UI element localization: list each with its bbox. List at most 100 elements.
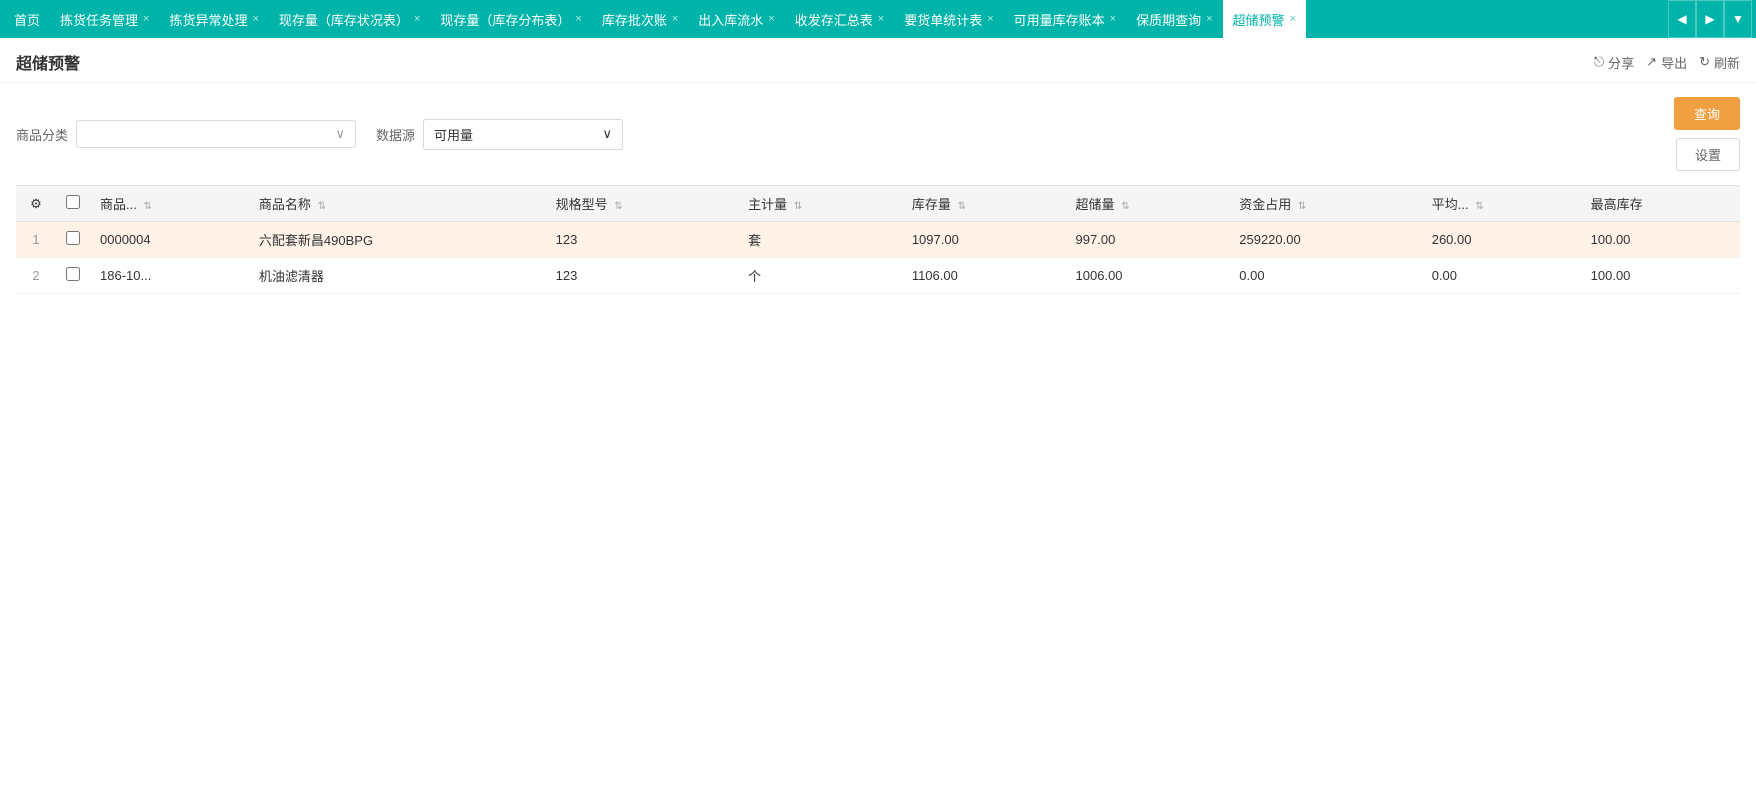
row-index: 2 bbox=[16, 258, 56, 294]
filter-row: 商品分类 ∨ 数据源 可用量 ∨ 查询 设置 bbox=[0, 83, 1756, 185]
page-header: 超储预警 ⎋ 分享 ↗ 导出 ↻ 刷新 bbox=[0, 38, 1756, 83]
settings-button[interactable]: 设置 bbox=[1676, 138, 1740, 171]
cell-overflow: 1006.00 bbox=[1066, 258, 1230, 294]
table-body: 1 0000004 六配套新昌490BPG 123 套 1097.00 997.… bbox=[16, 222, 1740, 294]
nav-collect-summary[interactable]: 收发存汇总表 × bbox=[785, 0, 894, 38]
table-settings-header[interactable]: ⚙ bbox=[16, 186, 56, 222]
nav-stock-dist[interactable]: 现存量（库存分布表） × bbox=[430, 0, 591, 38]
nav-stock-status[interactable]: 现存量（库存状况表） × bbox=[269, 0, 430, 38]
close-icon[interactable]: × bbox=[672, 13, 678, 25]
export-button[interactable]: ↗ 导出 bbox=[1646, 53, 1687, 72]
close-icon[interactable]: × bbox=[1110, 13, 1116, 25]
col-stock[interactable]: 库存量 ⇅ bbox=[902, 186, 1066, 222]
chevron-down-icon: ∨ bbox=[336, 126, 346, 142]
table-row: 1 0000004 六配套新昌490BPG 123 套 1097.00 997.… bbox=[16, 222, 1740, 258]
cell-overflow: 997.00 bbox=[1066, 222, 1230, 258]
col-product-code[interactable]: 商品... ⇅ bbox=[90, 186, 249, 222]
col-product-name[interactable]: 商品名称 ⇅ bbox=[249, 186, 546, 222]
sort-icon: ⇅ bbox=[614, 201, 622, 212]
cell-capital: 0.00 bbox=[1229, 258, 1421, 294]
close-icon[interactable]: × bbox=[1206, 13, 1212, 25]
close-icon[interactable]: × bbox=[414, 13, 420, 25]
top-navigation: 首页 拣货任务管理 × 拣货异常处理 × 现存量（库存状况表） × 现存量（库存… bbox=[0, 0, 1756, 38]
cell-max-stock: 100.00 bbox=[1581, 258, 1740, 294]
nav-arrow-group: ◀ ▶ ▼ bbox=[1668, 0, 1752, 38]
row-checkbox-cell[interactable] bbox=[56, 222, 90, 258]
cell-max-stock: 100.00 bbox=[1581, 222, 1740, 258]
chevron-down-icon: ∨ bbox=[603, 126, 613, 142]
select-all-checkbox[interactable] bbox=[66, 195, 80, 209]
nav-available-account[interactable]: 可用量库存账本 × bbox=[1004, 0, 1126, 38]
sort-icon: ⇅ bbox=[1121, 201, 1129, 212]
nav-right-arrow[interactable]: ▶ bbox=[1696, 0, 1724, 38]
nav-left-arrow[interactable]: ◀ bbox=[1668, 0, 1696, 38]
col-unit[interactable]: 主计量 ⇅ bbox=[738, 186, 902, 222]
export-icon: ↗ bbox=[1646, 54, 1657, 70]
filter-buttons: 查询 设置 bbox=[1674, 97, 1740, 171]
sort-icon: ⇅ bbox=[143, 201, 151, 212]
cell-product-code: 186-10... bbox=[90, 258, 249, 294]
nav-home[interactable]: 首页 bbox=[4, 0, 50, 38]
col-max-stock[interactable]: 最高库存 bbox=[1581, 186, 1740, 222]
nav-order-stats[interactable]: 要货单统计表 × bbox=[894, 0, 1003, 38]
table-row: 2 186-10... 机油滤清器 123 个 1106.00 1006.00 … bbox=[16, 258, 1740, 294]
gear-icon[interactable]: ⚙ bbox=[30, 196, 42, 211]
col-spec[interactable]: 规格型号 ⇅ bbox=[546, 186, 738, 222]
datasource-value: 可用量 bbox=[434, 125, 473, 144]
close-icon[interactable]: × bbox=[252, 13, 258, 25]
cell-product-name: 六配套新昌490BPG bbox=[249, 222, 546, 258]
category-filter: 商品分类 ∨ bbox=[16, 120, 356, 148]
sort-icon: ⇅ bbox=[1475, 201, 1483, 212]
close-icon[interactable]: × bbox=[143, 13, 149, 25]
query-button[interactable]: 查询 bbox=[1674, 97, 1740, 130]
cell-product-name: 机油滤清器 bbox=[249, 258, 546, 294]
table-checkbox-header[interactable] bbox=[56, 186, 90, 222]
table-header-row: ⚙ 商品... ⇅ 商品名称 ⇅ 规格型号 ⇅ 主计量 bbox=[16, 186, 1740, 222]
nav-quality-query[interactable]: 保质期查询 × bbox=[1126, 0, 1222, 38]
category-label: 商品分类 bbox=[16, 125, 68, 144]
col-avg[interactable]: 平均... ⇅ bbox=[1422, 186, 1581, 222]
share-button[interactable]: ⎋ 分享 bbox=[1594, 53, 1634, 72]
sort-icon: ⇅ bbox=[318, 201, 326, 212]
cell-avg: 0.00 bbox=[1422, 258, 1581, 294]
nav-pick-task[interactable]: 拣货任务管理 × bbox=[50, 0, 159, 38]
close-icon[interactable]: × bbox=[575, 13, 581, 25]
data-table: ⚙ 商品... ⇅ 商品名称 ⇅ 规格型号 ⇅ 主计量 bbox=[16, 185, 1740, 294]
page-title: 超储预警 bbox=[16, 50, 80, 74]
share-icon: ⎋ bbox=[1594, 54, 1604, 70]
nav-overflow-warning[interactable]: 超储预警 × bbox=[1223, 0, 1306, 38]
datasource-filter: 数据源 可用量 ∨ bbox=[376, 119, 623, 150]
nav-pick-exception[interactable]: 拣货异常处理 × bbox=[159, 0, 268, 38]
close-icon[interactable]: × bbox=[768, 13, 774, 25]
row-checkbox[interactable] bbox=[66, 267, 80, 281]
cell-product-code: 0000004 bbox=[90, 222, 249, 258]
cell-capital: 259220.00 bbox=[1229, 222, 1421, 258]
datasource-label: 数据源 bbox=[376, 125, 415, 144]
nav-batch-account[interactable]: 库存批次账 × bbox=[592, 0, 688, 38]
cell-spec: 123 bbox=[546, 222, 738, 258]
cell-stock: 1106.00 bbox=[902, 258, 1066, 294]
table-container: ⚙ 商品... ⇅ 商品名称 ⇅ 规格型号 ⇅ 主计量 bbox=[0, 185, 1756, 294]
col-overflow[interactable]: 超储量 ⇅ bbox=[1066, 186, 1230, 222]
datasource-select[interactable]: 可用量 ∨ bbox=[423, 119, 623, 150]
cell-spec: 123 bbox=[546, 258, 738, 294]
cell-avg: 260.00 bbox=[1422, 222, 1581, 258]
col-capital[interactable]: 资金占用 ⇅ bbox=[1229, 186, 1421, 222]
row-checkbox[interactable] bbox=[66, 231, 80, 245]
refresh-icon: ↻ bbox=[1699, 54, 1710, 70]
cell-unit: 个 bbox=[738, 258, 902, 294]
cell-stock: 1097.00 bbox=[902, 222, 1066, 258]
refresh-button[interactable]: ↻ 刷新 bbox=[1699, 53, 1740, 72]
category-select[interactable]: ∨ bbox=[76, 120, 356, 148]
sort-icon: ⇅ bbox=[1298, 201, 1306, 212]
close-icon[interactable]: × bbox=[878, 13, 884, 25]
header-actions: ⎋ 分享 ↗ 导出 ↻ 刷新 bbox=[1594, 53, 1740, 72]
close-icon[interactable]: × bbox=[1290, 13, 1296, 25]
row-checkbox-cell[interactable] bbox=[56, 258, 90, 294]
cell-unit: 套 bbox=[738, 222, 902, 258]
sort-icon: ⇅ bbox=[957, 201, 965, 212]
nav-inout-flow[interactable]: 出入库流水 × bbox=[688, 0, 784, 38]
row-index: 1 bbox=[16, 222, 56, 258]
nav-menu-arrow[interactable]: ▼ bbox=[1724, 0, 1752, 38]
close-icon[interactable]: × bbox=[987, 13, 993, 25]
